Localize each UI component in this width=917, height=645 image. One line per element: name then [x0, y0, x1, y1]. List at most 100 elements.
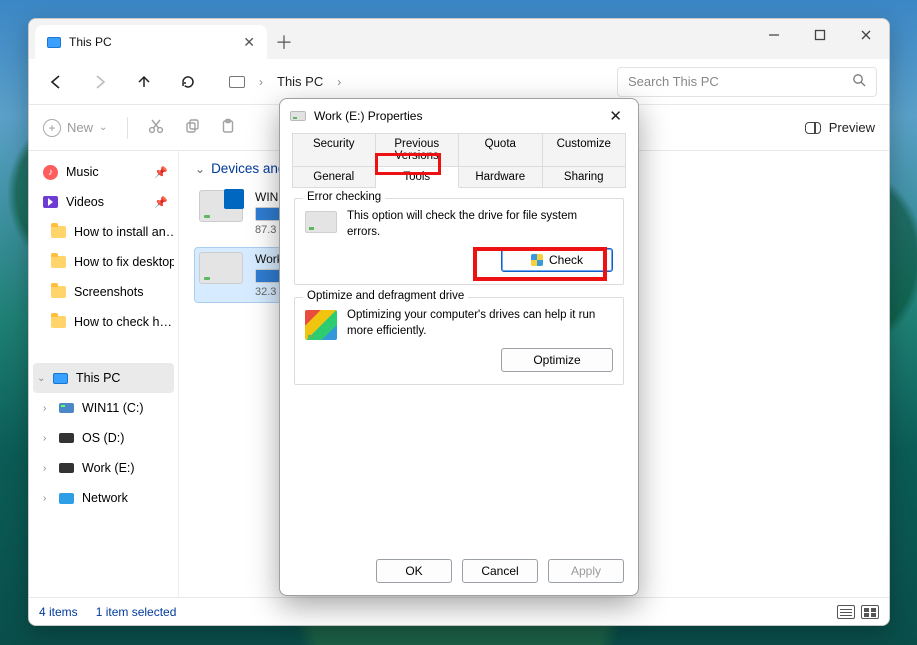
optimize-button[interactable]: Optimize — [501, 348, 613, 372]
window-controls — [751, 19, 889, 51]
cancel-button[interactable]: Cancel — [462, 559, 538, 583]
preview-pane-button[interactable]: Preview — [805, 120, 875, 135]
optimize-group: Optimize and defragment drive Optimizing… — [294, 297, 624, 385]
check-button-label: Check — [549, 253, 583, 267]
group-legend: Error checking — [303, 191, 385, 203]
shield-icon — [531, 254, 543, 266]
drive-icon — [290, 111, 306, 121]
status-bar: 4 items 1 item selected — [29, 597, 889, 625]
tab-security[interactable]: Security — [292, 133, 376, 167]
folder-icon — [51, 226, 66, 238]
chevron-right-icon[interactable]: › — [43, 403, 53, 414]
close-dialog-button[interactable]: ✕ — [603, 105, 628, 127]
chevron-right-icon[interactable]: › — [43, 493, 53, 504]
sidebar-item-folder[interactable]: How to check h… — [33, 307, 174, 337]
dialog-tabs-area: Security Previous Versions Quota Customi… — [280, 133, 638, 188]
sidebar-label: This PC — [76, 371, 120, 385]
copy-icon[interactable] — [184, 118, 200, 137]
tab-hardware[interactable]: Hardware — [459, 167, 543, 188]
navigation-pane: Music📌 Videos📌 How to install an… How to… — [29, 151, 179, 597]
minimize-button[interactable] — [751, 19, 797, 51]
cut-icon[interactable] — [148, 118, 164, 137]
sidebar-label: How to check h… — [74, 315, 172, 329]
sidebar-label: Music — [66, 165, 99, 179]
up-button[interactable] — [135, 73, 153, 91]
chevron-right-icon[interactable]: › — [43, 433, 53, 444]
properties-dialog: Work (E:) Properties ✕ Security Previous… — [279, 98, 639, 596]
sidebar-item-folder[interactable]: How to install an… — [33, 217, 174, 247]
sidebar-item-folder[interactable]: Screenshots — [33, 277, 174, 307]
sidebar-label: How to install an… — [74, 225, 174, 239]
chevron-right-icon[interactable]: › — [43, 463, 53, 474]
desktop-wallpaper: This PC ✕ ＋ › This PC › Search T — [0, 0, 917, 645]
sidebar-label: OS (D:) — [82, 431, 124, 445]
sidebar-label: Work (E:) — [82, 461, 135, 475]
preview-label: Preview — [829, 120, 875, 135]
folder-icon — [51, 316, 66, 328]
back-button[interactable] — [47, 73, 65, 91]
apply-button[interactable]: Apply — [548, 559, 624, 583]
tab-previous-versions[interactable]: Previous Versions — [376, 133, 460, 167]
dialog-title: Work (E:) Properties — [314, 109, 422, 123]
forward-button[interactable] — [91, 73, 109, 91]
sidebar-label: Screenshots — [74, 285, 143, 299]
folder-icon — [51, 286, 66, 298]
search-input[interactable]: Search This PC — [617, 67, 877, 97]
breadcrumb[interactable]: › This PC › — [229, 74, 341, 89]
sidebar-item-drive-c[interactable]: ›WIN11 (C:) — [33, 393, 174, 423]
tab-this-pc[interactable]: This PC ✕ — [35, 25, 267, 59]
paste-icon[interactable] — [220, 118, 236, 137]
optimize-button-label: Optimize — [533, 353, 580, 367]
tab-sharing[interactable]: Sharing — [543, 167, 627, 188]
new-label: New — [67, 120, 93, 135]
sidebar-item-this-pc[interactable]: ⌄ This PC — [33, 363, 174, 393]
maximize-button[interactable] — [797, 19, 843, 51]
tiles-view-button[interactable] — [861, 605, 879, 619]
preview-pane-icon — [805, 122, 821, 134]
refresh-button[interactable] — [179, 73, 197, 91]
chevron-down-icon: ⌄ — [195, 162, 205, 176]
details-view-button[interactable] — [837, 605, 855, 619]
tab-title: This PC — [69, 35, 112, 49]
drive-icon — [199, 190, 243, 222]
sidebar-item-drive-d[interactable]: › OS (D:) — [33, 423, 174, 453]
location-icon — [229, 76, 245, 88]
tab-tools[interactable]: Tools — [376, 167, 460, 188]
chevron-right-icon[interactable]: › — [337, 75, 341, 89]
check-button[interactable]: Check — [501, 248, 613, 272]
drive-icon — [59, 403, 74, 413]
sidebar-item-network[interactable]: › Network — [33, 483, 174, 513]
chevron-right-icon[interactable]: › — [259, 75, 263, 89]
dialog-footer: OK Cancel Apply — [280, 547, 638, 595]
sidebar-item-drive-e[interactable]: › Work (E:) — [33, 453, 174, 483]
tab-general[interactable]: General — [292, 167, 376, 188]
music-icon — [43, 165, 58, 180]
plus-icon: + — [43, 119, 61, 137]
tab-customize[interactable]: Customize — [543, 133, 627, 167]
new-button[interactable]: + New ⌄ — [43, 119, 107, 137]
drive-icon — [59, 463, 74, 473]
drive-icon — [305, 211, 337, 233]
drive-icon — [199, 252, 243, 284]
tab-quota[interactable]: Quota — [459, 133, 543, 167]
search-icon — [852, 73, 866, 90]
breadcrumb-this-pc[interactable]: This PC — [277, 74, 323, 89]
drive-icon — [59, 433, 74, 443]
this-pc-icon — [53, 373, 68, 384]
status-selection: 1 item selected — [96, 605, 177, 619]
this-pc-icon — [47, 37, 61, 48]
ok-button[interactable]: OK — [376, 559, 452, 583]
network-icon — [59, 493, 74, 504]
error-checking-text: This option will check the drive for fil… — [347, 209, 613, 240]
sidebar-item-videos[interactable]: Videos📌 — [33, 187, 174, 217]
close-window-button[interactable] — [843, 19, 889, 51]
sidebar-item-folder[interactable]: How to fix desktop… — [33, 247, 174, 277]
chevron-down-icon[interactable]: ⌄ — [37, 373, 47, 384]
new-tab-button[interactable]: ＋ — [267, 25, 301, 59]
sidebar-item-music[interactable]: Music📌 — [33, 157, 174, 187]
folder-icon — [51, 256, 66, 268]
close-tab-icon[interactable]: ✕ — [243, 34, 255, 51]
sidebar-label: Network — [82, 491, 128, 505]
titlebar: This PC ✕ ＋ — [29, 19, 889, 59]
videos-icon — [43, 196, 58, 208]
